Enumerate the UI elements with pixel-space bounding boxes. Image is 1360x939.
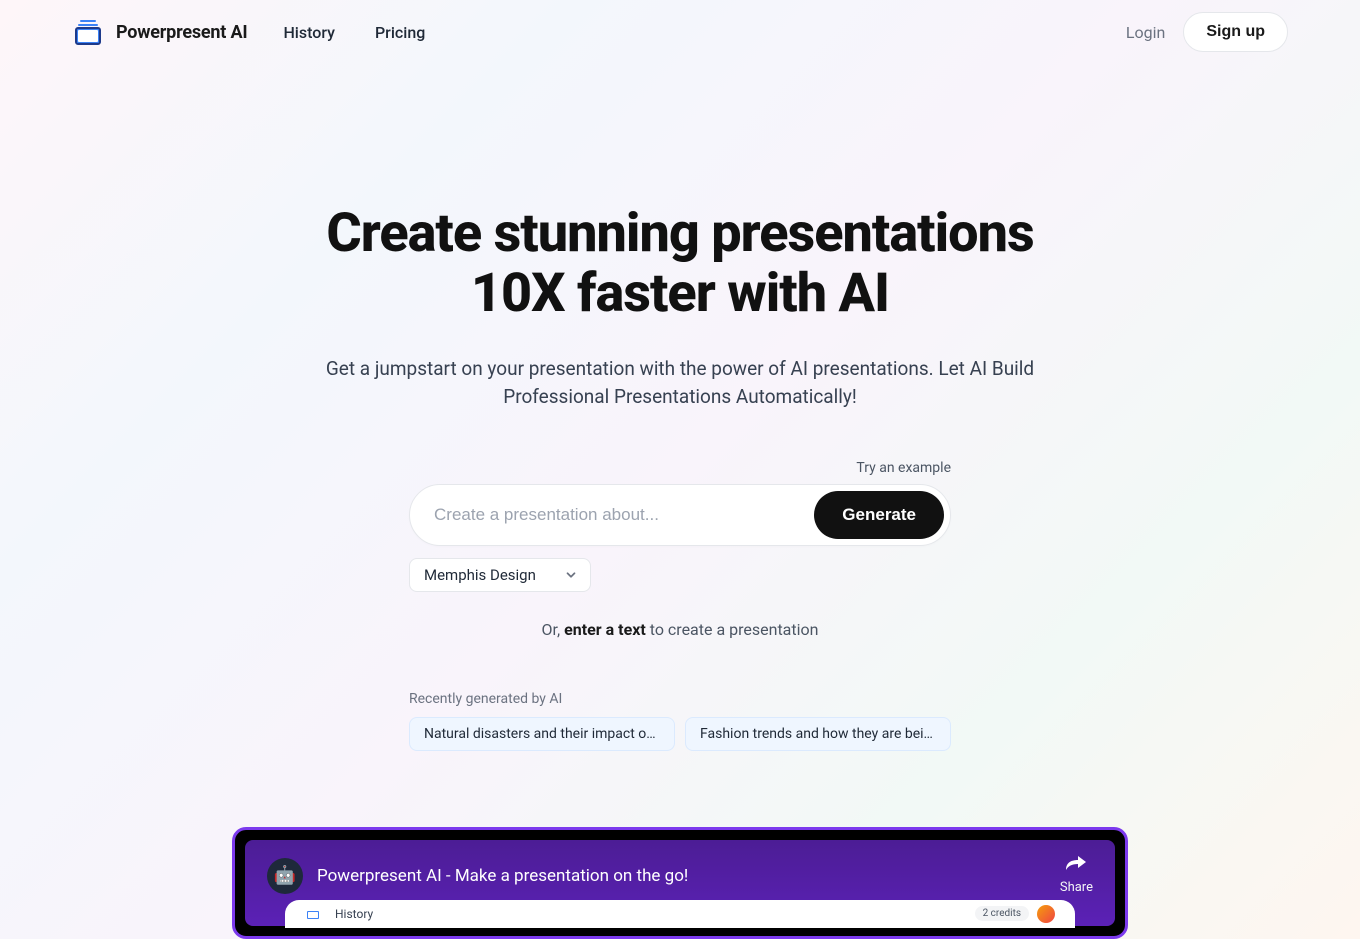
mini-avatar bbox=[1037, 905, 1055, 923]
generate-button[interactable]: Generate bbox=[814, 491, 944, 539]
nav-links: History Pricing bbox=[283, 23, 425, 42]
hero-title: Create stunning presentations 10X faster… bbox=[40, 204, 1320, 325]
try-example-link[interactable]: Try an example bbox=[409, 460, 951, 476]
style-select[interactable]: Memphis Design bbox=[409, 558, 591, 592]
video-header: 🤖 Powerpresent AI - Make a presentation … bbox=[267, 858, 1093, 894]
signup-button[interactable]: Sign up bbox=[1183, 12, 1288, 52]
or-prefix: Or, bbox=[542, 620, 565, 639]
nav-link-history[interactable]: History bbox=[283, 23, 335, 42]
video-embed-frame[interactable]: 🤖 Powerpresent AI - Make a presentation … bbox=[232, 827, 1128, 939]
mini-nav-history: History bbox=[335, 907, 373, 921]
login-link[interactable]: Login bbox=[1126, 23, 1165, 42]
recent-chip[interactable]: Fashion trends and how they are being in… bbox=[685, 717, 951, 751]
credits-pill: 2 credits bbox=[975, 906, 1029, 921]
hero-title-line-2: 10X faster with AI bbox=[471, 262, 889, 325]
or-suffix: to create a presentation bbox=[646, 620, 819, 639]
robot-avatar-icon: 🤖 bbox=[267, 858, 303, 894]
brand-logo-icon bbox=[72, 16, 104, 48]
hero-subtitle: Get a jumpstart on your presentation wit… bbox=[320, 355, 1040, 412]
share-button[interactable]: Share bbox=[1060, 852, 1093, 895]
mini-logo-icon bbox=[305, 906, 321, 922]
or-enter-text-line: Or, enter a text to create a presentatio… bbox=[409, 620, 951, 639]
nav-right: Login Sign up bbox=[1126, 12, 1288, 52]
video-title: Powerpresent AI - Make a presentation on… bbox=[317, 866, 688, 886]
video-preview-browser-bar: History 2 credits bbox=[285, 900, 1075, 928]
video-inner: 🤖 Powerpresent AI - Make a presentation … bbox=[245, 840, 1115, 926]
nav-link-pricing[interactable]: Pricing bbox=[375, 23, 425, 42]
share-label: Share bbox=[1060, 880, 1093, 895]
style-select-value: Memphis Design bbox=[424, 566, 536, 584]
chevron-down-icon bbox=[564, 568, 578, 582]
recent-chips: Natural disasters and their impact on th… bbox=[409, 717, 951, 751]
brand-name: Powerpresent AI bbox=[116, 22, 247, 43]
mini-right: 2 credits bbox=[975, 905, 1055, 923]
navbar: Powerpresent AI History Pricing Login Si… bbox=[0, 0, 1360, 64]
prompt-input[interactable] bbox=[434, 505, 814, 525]
hero-section: Create stunning presentations 10X faster… bbox=[0, 64, 1360, 939]
or-bold-link[interactable]: enter a text bbox=[564, 620, 646, 639]
recent-chip[interactable]: Natural disasters and their impact on th… bbox=[409, 717, 675, 751]
recent-label: Recently generated by AI bbox=[409, 691, 951, 707]
hero-title-line-1: Create stunning presentations bbox=[326, 202, 1033, 265]
prompt-input-row: Generate bbox=[409, 484, 951, 546]
brand-logo-wrap[interactable]: Powerpresent AI bbox=[72, 16, 247, 48]
share-arrow-icon bbox=[1060, 852, 1093, 878]
form-area: Try an example Generate Memphis Design O… bbox=[409, 460, 951, 751]
